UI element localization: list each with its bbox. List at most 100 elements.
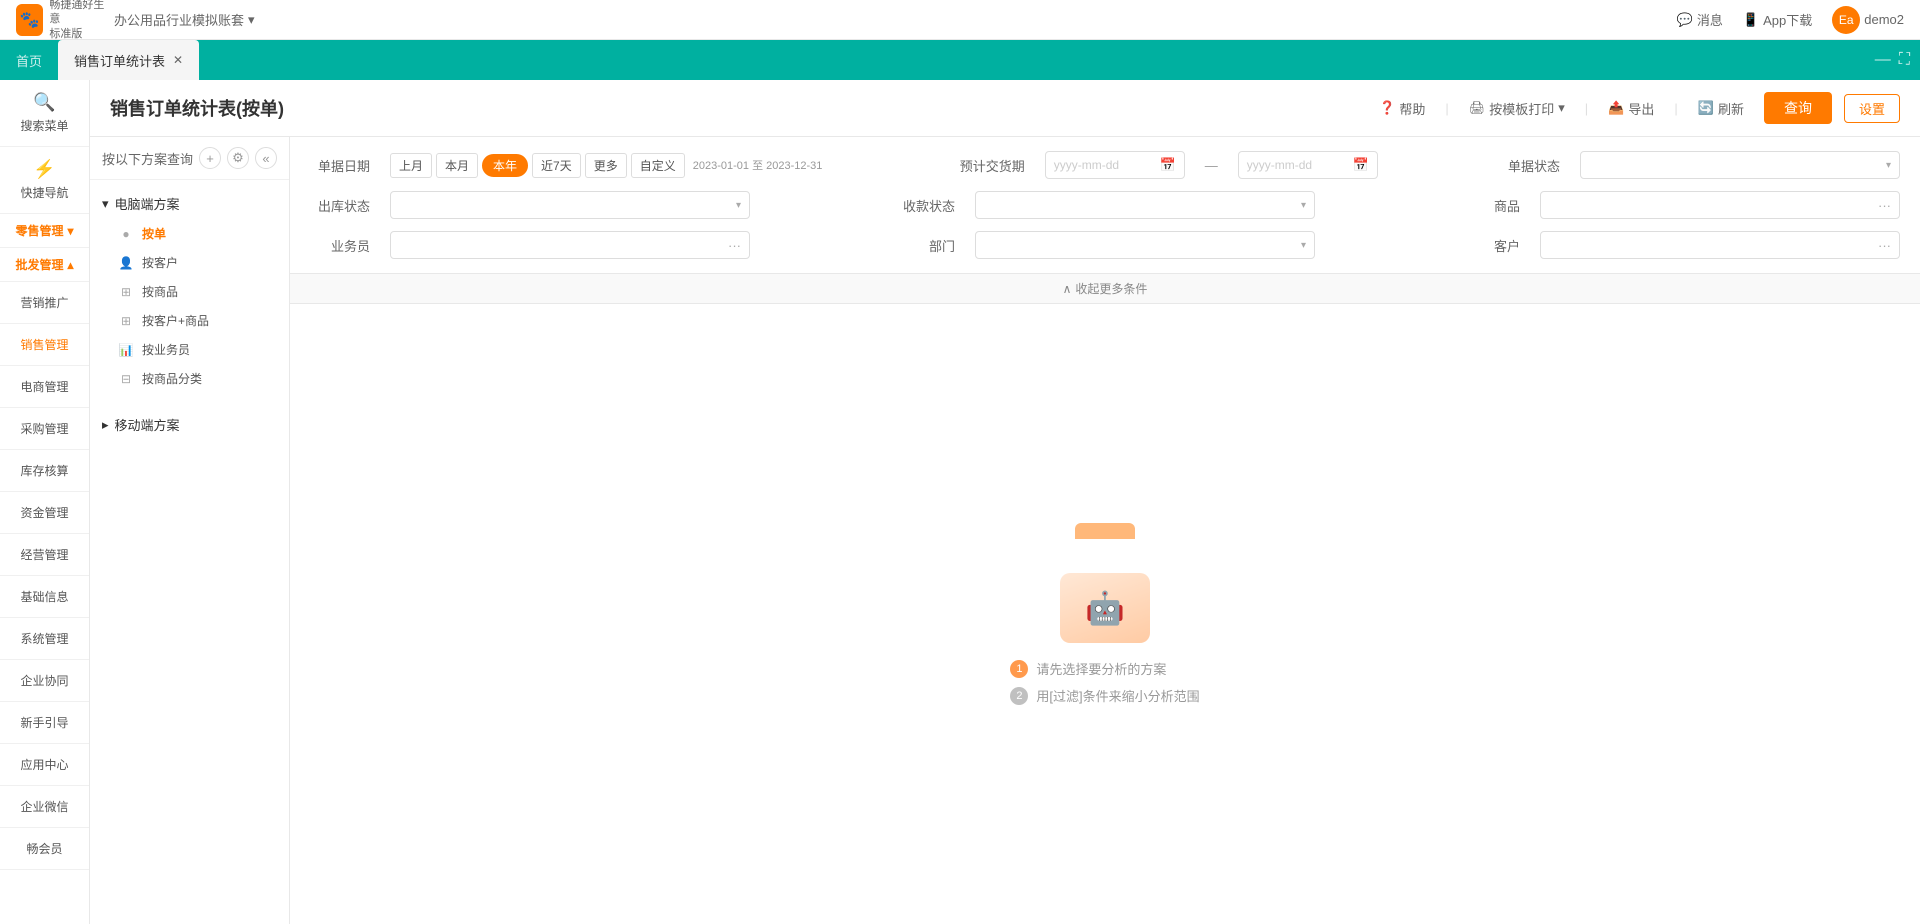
tab-close-icon[interactable]: ✕: [173, 53, 183, 67]
delivery-status-select[interactable]: ▾: [390, 191, 750, 219]
salesperson-select[interactable]: ···: [390, 231, 750, 259]
top-bar: 🐾 畅捷通好生意 标准版 办公用品行业模拟账套 ▾ 💬 消息 📱 App下载 E…: [0, 0, 1920, 40]
salesperson-label: 业务员: [310, 236, 370, 255]
tab-home[interactable]: 首页: [0, 40, 58, 80]
calendar-icon-end: 📅: [1353, 157, 1369, 173]
date-btn-last-month[interactable]: 上月: [390, 153, 432, 178]
department-label: 部门: [895, 236, 955, 255]
sidebar-item-inventory[interactable]: 库存核算: [0, 450, 89, 492]
scheme-item-by-product[interactable]: ⊞ 按商品: [90, 277, 289, 306]
scheme-mobile-title[interactable]: ▸ 移动端方案: [90, 409, 289, 440]
sidebar: 🔍 搜索菜单 ⚡ 快捷导航 零售管理 ▾ 批发管理 ▴ 营销推广 销售管理 电商…: [0, 80, 90, 924]
breadcrumb-arrow: ▾: [248, 12, 255, 28]
tab-sales-order[interactable]: 销售订单统计表 ✕: [58, 40, 199, 80]
query-button[interactable]: 查询: [1764, 92, 1832, 124]
sidebar-item-finance[interactable]: 资金管理: [0, 492, 89, 534]
scheme-mobile-arrow-icon: ▸: [102, 417, 109, 433]
date-btn-this-year[interactable]: 本年: [482, 154, 528, 177]
sidebar-item-newbie[interactable]: 新手引导: [0, 702, 89, 744]
sidebar-item-operations[interactable]: 经营管理: [0, 534, 89, 576]
refresh-button[interactable]: 🔄 刷新: [1690, 95, 1752, 122]
sidebar-item-marketing[interactable]: 营销推广: [0, 282, 89, 324]
export-button[interactable]: 📤 导出: [1600, 95, 1662, 122]
breadcrumb: 办公用品行业模拟账套 ▾: [114, 10, 255, 29]
empty-tip-1: 1 请先选择要分析的方案: [1010, 659, 1199, 678]
page-title: 销售订单统计表(按单): [110, 95, 284, 121]
help-icon: ❓: [1379, 100, 1395, 116]
sidebar-item-quick[interactable]: ⚡ 快捷导航: [0, 147, 89, 214]
scheme-collapse-button[interactable]: «: [255, 147, 277, 169]
print-template-button[interactable]: 🖨 按模板打印 ▾: [1461, 95, 1573, 122]
sidebar-category-retail[interactable]: 零售管理 ▾: [0, 214, 89, 248]
date-btn-custom[interactable]: 自定义: [631, 153, 685, 178]
page-header: 销售订单统计表(按单) ❓ 帮助 | 🖨 按模板打印 ▾ | 📤 导出 |: [90, 80, 1920, 137]
date-btn-more[interactable]: 更多: [585, 153, 627, 178]
sidebar-item-wechat[interactable]: 企业微信: [0, 786, 89, 828]
tip-num-2: 2: [1010, 687, 1028, 705]
collapse-bar[interactable]: ∧ 收起更多条件: [290, 274, 1920, 304]
doc-status-select[interactable]: ▾: [1580, 151, 1900, 179]
scheme-item-by-salesperson[interactable]: 📊 按业务员: [90, 335, 289, 364]
sidebar-item-basic[interactable]: 基础信息: [0, 576, 89, 618]
sidebar-item-search[interactable]: 🔍 搜索菜单: [0, 80, 89, 147]
divider1: |: [1445, 101, 1448, 116]
sidebar-item-member[interactable]: 畅会员: [0, 828, 89, 870]
delivery-status-arrow-icon: ▾: [736, 200, 741, 211]
scheme-add-button[interactable]: +: [199, 147, 221, 169]
sidebar-item-purchase[interactable]: 采购管理: [0, 408, 89, 450]
sidebar-category-wholesale[interactable]: 批发管理 ▴: [0, 248, 89, 282]
scheme-item-by-order[interactable]: ● 按单: [90, 219, 289, 248]
scheme-item-by-customer-product[interactable]: ⊞ 按客户+商品: [90, 306, 289, 335]
doc-status-arrow-icon: ▾: [1886, 160, 1891, 171]
scheme-desktop-section: ▾ 电脑端方案 ● 按单 👤 按客户 ⊞ 按商品: [90, 180, 289, 401]
quick-nav-icon: ⚡: [33, 159, 55, 180]
scheme-desktop-arrow-icon: ▾: [102, 196, 109, 212]
sidebar-item-appcenter[interactable]: 应用中心: [0, 744, 89, 786]
sidebar-item-sales[interactable]: 销售管理: [0, 324, 89, 366]
scheme-header-icons: + ⚙ «: [199, 147, 277, 169]
scheme-settings-button[interactable]: ⚙: [227, 147, 249, 169]
empty-state: 🤖 1 请先选择要分析的方案 2 用[过滤]条件来缩小分析范围: [290, 304, 1920, 924]
sidebar-item-enterprise[interactable]: 企业协同: [0, 660, 89, 702]
filter-row-1: 单据日期 上月 本月 本年 近7天 更多 自定义 2023-01-01 至 20…: [310, 151, 1900, 179]
message-button[interactable]: 💬 消息: [1677, 10, 1723, 29]
date-range-text: 2023-01-01 至 2023-12-31: [693, 157, 823, 173]
tab-maximize-icon[interactable]: ⛶: [1899, 51, 1910, 69]
scheme-item-by-customer[interactable]: 👤 按客户: [90, 248, 289, 277]
scheme-desktop-title[interactable]: ▾ 电脑端方案: [90, 188, 289, 219]
content-area: 销售订单统计表(按单) ❓ 帮助 | 🖨 按模板打印 ▾ | 📤 导出 |: [90, 80, 1920, 924]
logo-icon: 🐾: [16, 4, 43, 36]
empty-tip-2: 2 用[过滤]条件来缩小分析范围: [1010, 686, 1199, 705]
date-btn-7days[interactable]: 近7天: [532, 153, 581, 178]
help-button[interactable]: ❓ 帮助: [1371, 95, 1433, 122]
user-menu[interactable]: Ea demo2: [1832, 6, 1904, 34]
scheme-mobile-section: ▸ 移动端方案: [90, 401, 289, 448]
date-label: 单据日期: [310, 156, 370, 175]
customer-ellipsis-icon: ···: [1878, 238, 1891, 253]
divider3: |: [1674, 101, 1677, 116]
tab-minimize-icon[interactable]: —: [1875, 51, 1891, 69]
scheme-panel: 按以下方案查询 + ⚙ « ▾ 电脑端方案 ● 按单: [90, 137, 290, 924]
customer-label: 客户: [1460, 236, 1520, 255]
scheme-item-circle-icon: ●: [118, 226, 134, 242]
scheme-item-by-product-category[interactable]: ⊟ 按商品分类: [90, 364, 289, 393]
date-btn-this-month[interactable]: 本月: [436, 153, 478, 178]
department-select[interactable]: ▾: [975, 231, 1315, 259]
settings-button[interactable]: 设置: [1844, 94, 1900, 123]
avatar: Ea: [1832, 6, 1860, 34]
customer-select[interactable]: ···: [1540, 231, 1900, 259]
sidebar-item-system[interactable]: 系统管理: [0, 618, 89, 660]
calendar-icon-start: 📅: [1160, 157, 1176, 173]
product-select[interactable]: ···: [1540, 191, 1900, 219]
export-icon: 📤: [1608, 100, 1624, 116]
logo-text: 畅捷通好生意 标准版: [49, 0, 106, 41]
filter-row-3: 业务员 ··· 部门 ▾ 客户 ···: [310, 231, 1900, 259]
expected-delivery-end[interactable]: yyyy-mm-dd 📅: [1238, 151, 1378, 179]
sidebar-item-ecommerce[interactable]: 电商管理: [0, 366, 89, 408]
app-download-button[interactable]: 📱 App下载: [1743, 10, 1812, 29]
department-arrow-icon: ▾: [1301, 240, 1306, 251]
delivery-status-label: 出库状态: [310, 196, 370, 215]
expected-delivery-start[interactable]: yyyy-mm-dd 📅: [1045, 151, 1185, 179]
empty-tips: 1 请先选择要分析的方案 2 用[过滤]条件来缩小分析范围: [1010, 659, 1199, 705]
payment-status-select[interactable]: ▾: [975, 191, 1315, 219]
